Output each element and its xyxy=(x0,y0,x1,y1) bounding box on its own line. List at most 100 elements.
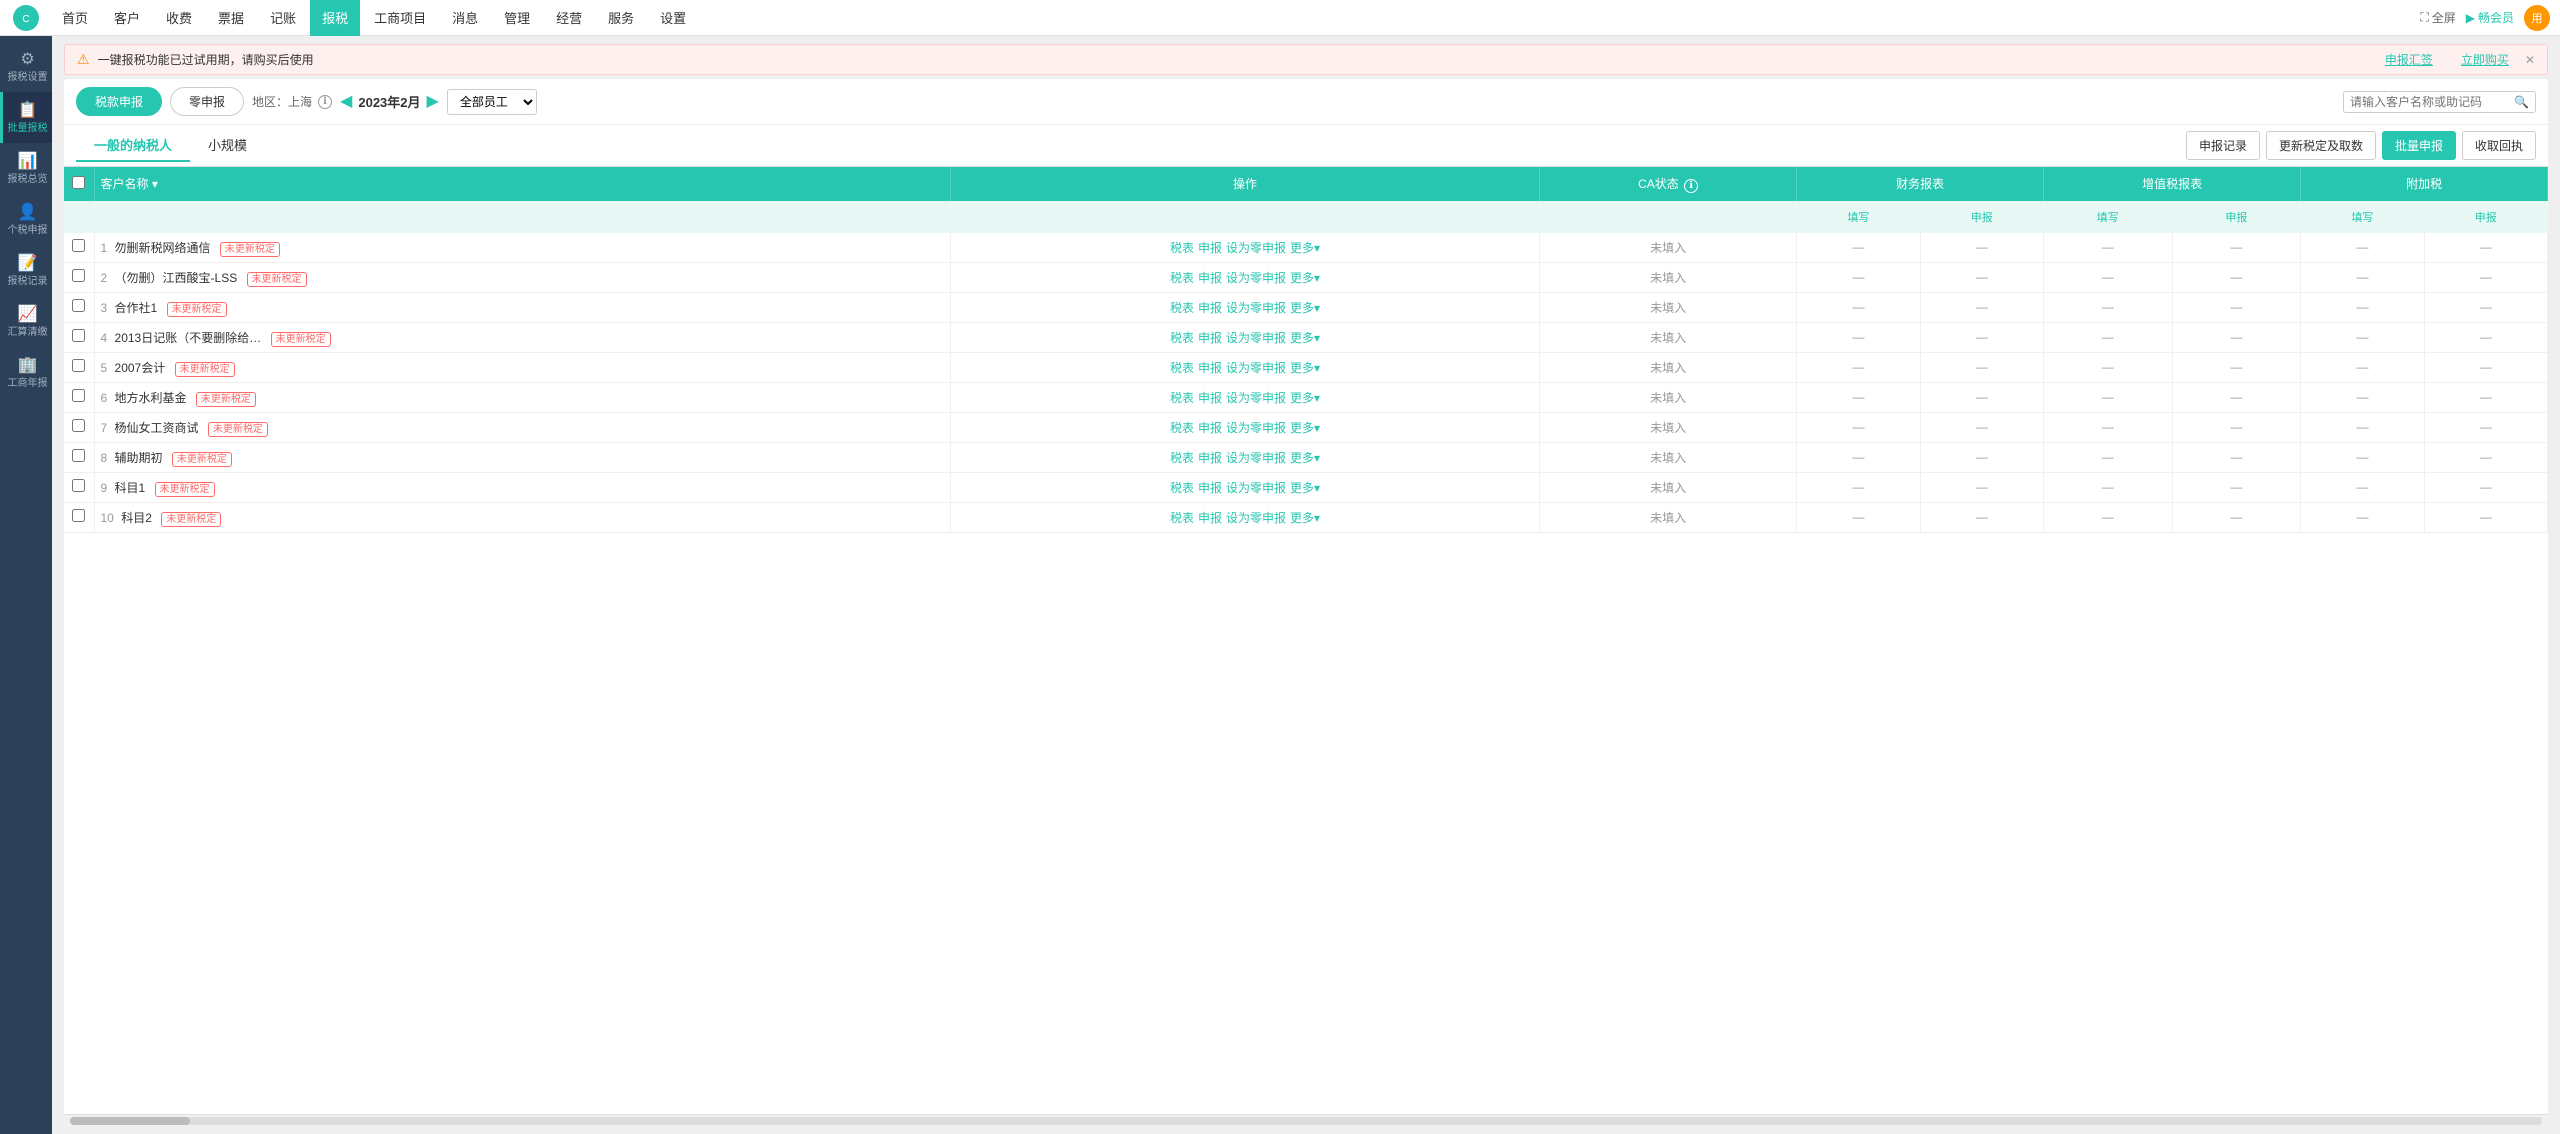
op-btn-1[interactable]: 申报 xyxy=(1198,241,1222,255)
update-button[interactable]: 更新税定及取数 xyxy=(2266,131,2376,160)
op-btn-3[interactable]: 更多▾ xyxy=(1290,271,1320,285)
op-btn-1[interactable]: 申报 xyxy=(1198,391,1222,405)
nav-bill[interactable]: 票据 xyxy=(206,0,256,36)
search-icon[interactable]: 🔍 xyxy=(2514,95,2529,109)
op-btn-1[interactable]: 申报 xyxy=(1198,481,1222,495)
table-container[interactable]: 客户名称 ▾ 操作 CA状态 ℹ 财务报表 增值税报表 附加税 xyxy=(64,167,2548,1114)
nav-customer[interactable]: 客户 xyxy=(102,0,152,36)
row-no: 7 xyxy=(101,421,108,435)
nav-manage[interactable]: 管理 xyxy=(492,0,542,36)
nav-tax[interactable]: 报税 xyxy=(310,0,360,36)
op-btn-0[interactable]: 税表 xyxy=(1170,511,1194,525)
search-input[interactable] xyxy=(2350,95,2510,109)
row-10-checkbox[interactable] xyxy=(72,509,85,522)
op-btn-2[interactable]: 设为零申报 xyxy=(1226,421,1286,435)
op-btn-3[interactable]: 更多▾ xyxy=(1290,391,1320,405)
op-btn-0[interactable]: 税表 xyxy=(1170,421,1194,435)
op-btn-2[interactable]: 设为零申报 xyxy=(1226,391,1286,405)
row-2-checkbox[interactable] xyxy=(72,269,85,282)
op-btn-0[interactable]: 税表 xyxy=(1170,301,1194,315)
status-badge: 未更新税定 xyxy=(220,242,280,257)
row-1-checkbox[interactable] xyxy=(72,239,85,252)
ca-info-icon[interactable]: ℹ xyxy=(1684,179,1698,193)
member-button[interactable]: ▶ 畅会员 xyxy=(2466,9,2514,26)
select-all-checkbox[interactable] xyxy=(72,176,85,189)
sidebar-item-tax-settings[interactable]: ⚙ 报税设置 xyxy=(0,41,52,92)
op-btn-0[interactable]: 税表 xyxy=(1170,361,1194,375)
tab-zero-declaration[interactable]: 零申报 xyxy=(170,87,244,116)
record-button[interactable]: 申报记录 xyxy=(2186,131,2260,160)
row-zzs-fill: — xyxy=(2043,322,2172,352)
op-btn-1[interactable]: 申报 xyxy=(1198,421,1222,435)
notice-link-report[interactable]: 申报汇签 xyxy=(2385,51,2433,68)
op-btn-3[interactable]: 更多▾ xyxy=(1290,511,1320,525)
op-btn-0[interactable]: 税表 xyxy=(1170,451,1194,465)
op-btn-2[interactable]: 设为零申报 xyxy=(1226,301,1286,315)
user-avatar[interactable]: 用 xyxy=(2524,5,2550,31)
sidebar-item-batch-tax[interactable]: 📋 批量报税 xyxy=(0,92,52,143)
region-info-icon[interactable]: ℹ xyxy=(318,95,332,109)
nav-business[interactable]: 工商项目 xyxy=(362,0,438,36)
op-btn-3[interactable]: 更多▾ xyxy=(1290,331,1320,345)
op-btn-1[interactable]: 申报 xyxy=(1198,451,1222,465)
op-btn-1[interactable]: 申报 xyxy=(1198,361,1222,375)
op-btn-2[interactable]: 设为零申报 xyxy=(1226,451,1286,465)
row-7-checkbox[interactable] xyxy=(72,419,85,432)
op-btn-2[interactable]: 设为零申报 xyxy=(1226,331,1286,345)
fullscreen-button[interactable]: ⛶ 全屏 xyxy=(2420,9,2455,26)
row-5-checkbox[interactable] xyxy=(72,359,85,372)
row-3-checkbox[interactable] xyxy=(72,299,85,312)
op-btn-2[interactable]: 设为零申报 xyxy=(1226,241,1286,255)
op-btn-3[interactable]: 更多▾ xyxy=(1290,421,1320,435)
row-4-checkbox[interactable] xyxy=(72,329,85,342)
op-btn-3[interactable]: 更多▾ xyxy=(1290,361,1320,375)
op-btn-1[interactable]: 申报 xyxy=(1198,331,1222,345)
row-cwbb-fill: — xyxy=(1797,442,1920,472)
sort-icon[interactable]: ▾ xyxy=(152,177,158,191)
op-btn-3[interactable]: 更多▾ xyxy=(1290,481,1320,495)
row-6-checkbox[interactable] xyxy=(72,389,85,402)
op-btn-1[interactable]: 申报 xyxy=(1198,511,1222,525)
nav-service[interactable]: 服务 xyxy=(596,0,646,36)
op-btn-1[interactable]: 申报 xyxy=(1198,301,1222,315)
nav-setting[interactable]: 设置 xyxy=(648,0,698,36)
tab-tax-declaration[interactable]: 税款申报 xyxy=(76,87,162,116)
staff-select[interactable]: 全部员工 xyxy=(447,89,537,115)
type-tab-general[interactable]: 一般的纳税人 xyxy=(76,129,190,162)
notice-link-buy[interactable]: 立即购买 xyxy=(2461,51,2509,68)
nav-message[interactable]: 消息 xyxy=(440,0,490,36)
op-btn-2[interactable]: 设为零申报 xyxy=(1226,511,1286,525)
main-table: 客户名称 ▾ 操作 CA状态 ℹ 财务报表 增值税报表 附加税 xyxy=(64,167,2548,533)
nav-home[interactable]: 首页 xyxy=(50,0,100,36)
op-btn-0[interactable]: 税表 xyxy=(1170,241,1194,255)
sidebar-item-personal-tax[interactable]: 👤 个税申报 xyxy=(0,194,52,245)
sidebar-item-business-report[interactable]: 🏢 工商年报 xyxy=(0,347,52,398)
row-8-checkbox[interactable] xyxy=(72,449,85,462)
nav-operation[interactable]: 经营 xyxy=(544,0,594,36)
op-btn-0[interactable]: 税表 xyxy=(1170,331,1194,345)
batch-declare-button[interactable]: 批量申报 xyxy=(2382,131,2456,160)
op-btn-0[interactable]: 税表 xyxy=(1170,391,1194,405)
type-tab-small[interactable]: 小规模 xyxy=(190,129,265,162)
date-prev-button[interactable]: ◀ xyxy=(340,94,352,110)
op-btn-2[interactable]: 设为零申报 xyxy=(1226,271,1286,285)
row-9-checkbox[interactable] xyxy=(72,479,85,492)
scroll-thumb[interactable] xyxy=(70,1117,190,1125)
op-btn-3[interactable]: 更多▾ xyxy=(1290,301,1320,315)
op-btn-2[interactable]: 设为零申报 xyxy=(1226,361,1286,375)
nav-account[interactable]: 记账 xyxy=(258,0,308,36)
op-btn-3[interactable]: 更多▾ xyxy=(1290,451,1320,465)
sidebar-item-tax-records[interactable]: 📝 报税记录 xyxy=(0,245,52,296)
date-next-button[interactable]: ▶ xyxy=(427,94,439,110)
notice-close-button[interactable]: ✕ xyxy=(2525,53,2535,67)
sidebar-item-tax-overview[interactable]: 📊 报税总览 xyxy=(0,143,52,194)
sidebar-item-settlement[interactable]: 📈 汇算清缴 xyxy=(0,296,52,347)
horizontal-scrollbar[interactable] xyxy=(64,1114,2548,1126)
op-btn-1[interactable]: 申报 xyxy=(1198,271,1222,285)
op-btn-3[interactable]: 更多▾ xyxy=(1290,241,1320,255)
nav-charge[interactable]: 收费 xyxy=(154,0,204,36)
retrieve-button[interactable]: 收取回执 xyxy=(2462,131,2536,160)
op-btn-0[interactable]: 税表 xyxy=(1170,271,1194,285)
op-btn-2[interactable]: 设为零申报 xyxy=(1226,481,1286,495)
op-btn-0[interactable]: 税表 xyxy=(1170,481,1194,495)
